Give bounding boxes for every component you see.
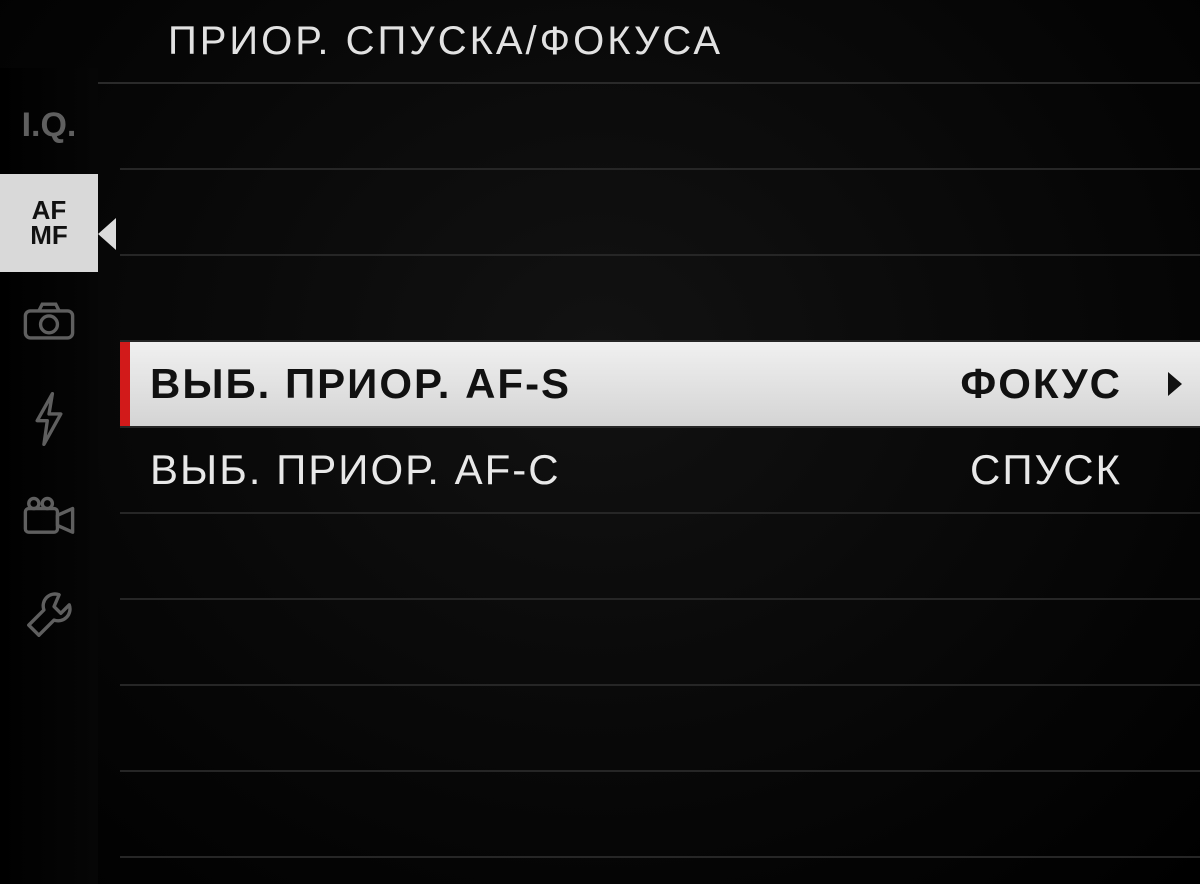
menu-row-afc-priority[interactable]: ВЫБ. ПРИОР. AF-C СПУСК — [120, 428, 1200, 514]
sidebar-tab-shooting[interactable] — [0, 272, 98, 370]
chevron-right-icon — [1168, 372, 1182, 396]
menu-row-value: ФОКУС — [960, 360, 1122, 408]
menu-row-empty — [120, 514, 1200, 600]
camera-icon — [22, 294, 76, 348]
sidebar-tab-movie[interactable] — [0, 468, 98, 566]
sidebar-tab-iq[interactable]: I.Q. — [0, 76, 98, 174]
menu-row-empty — [120, 170, 1200, 256]
afmf-label: AFMF — [30, 198, 68, 247]
menu-row-label: ВЫБ. ПРИОР. AF-C — [150, 446, 970, 494]
flash-icon — [22, 392, 76, 446]
wrench-icon — [22, 588, 76, 642]
page-title-text: ПРИОР. СПУСКА/ФОКУСА — [168, 19, 723, 64]
sidebar-tab-afmf[interactable]: AFMF — [0, 174, 98, 272]
menu-row-label: ВЫБ. ПРИОР. AF-S — [150, 360, 960, 408]
menu-row-value: СПУСК — [970, 446, 1122, 494]
sidebar: I.Q. AFMF — [0, 68, 98, 884]
sidebar-tab-setup[interactable] — [0, 566, 98, 664]
menu-row-empty — [120, 256, 1200, 342]
menu-row-empty — [120, 772, 1200, 858]
menu-row-afs-priority[interactable]: ВЫБ. ПРИОР. AF-S ФОКУС — [120, 342, 1200, 428]
menu-row-empty — [120, 600, 1200, 686]
menu-row-empty — [120, 686, 1200, 772]
menu-list: ВЫБ. ПРИОР. AF-S ФОКУС ВЫБ. ПРИОР. AF-C … — [120, 84, 1200, 884]
menu-row-empty — [120, 84, 1200, 170]
active-tab-arrow-icon — [98, 218, 116, 250]
iq-label: I.Q. — [22, 106, 77, 145]
movie-icon — [22, 490, 76, 544]
sidebar-tab-flash[interactable] — [0, 370, 98, 468]
page-title: ПРИОР. СПУСКА/ФОКУСА — [98, 0, 1200, 84]
